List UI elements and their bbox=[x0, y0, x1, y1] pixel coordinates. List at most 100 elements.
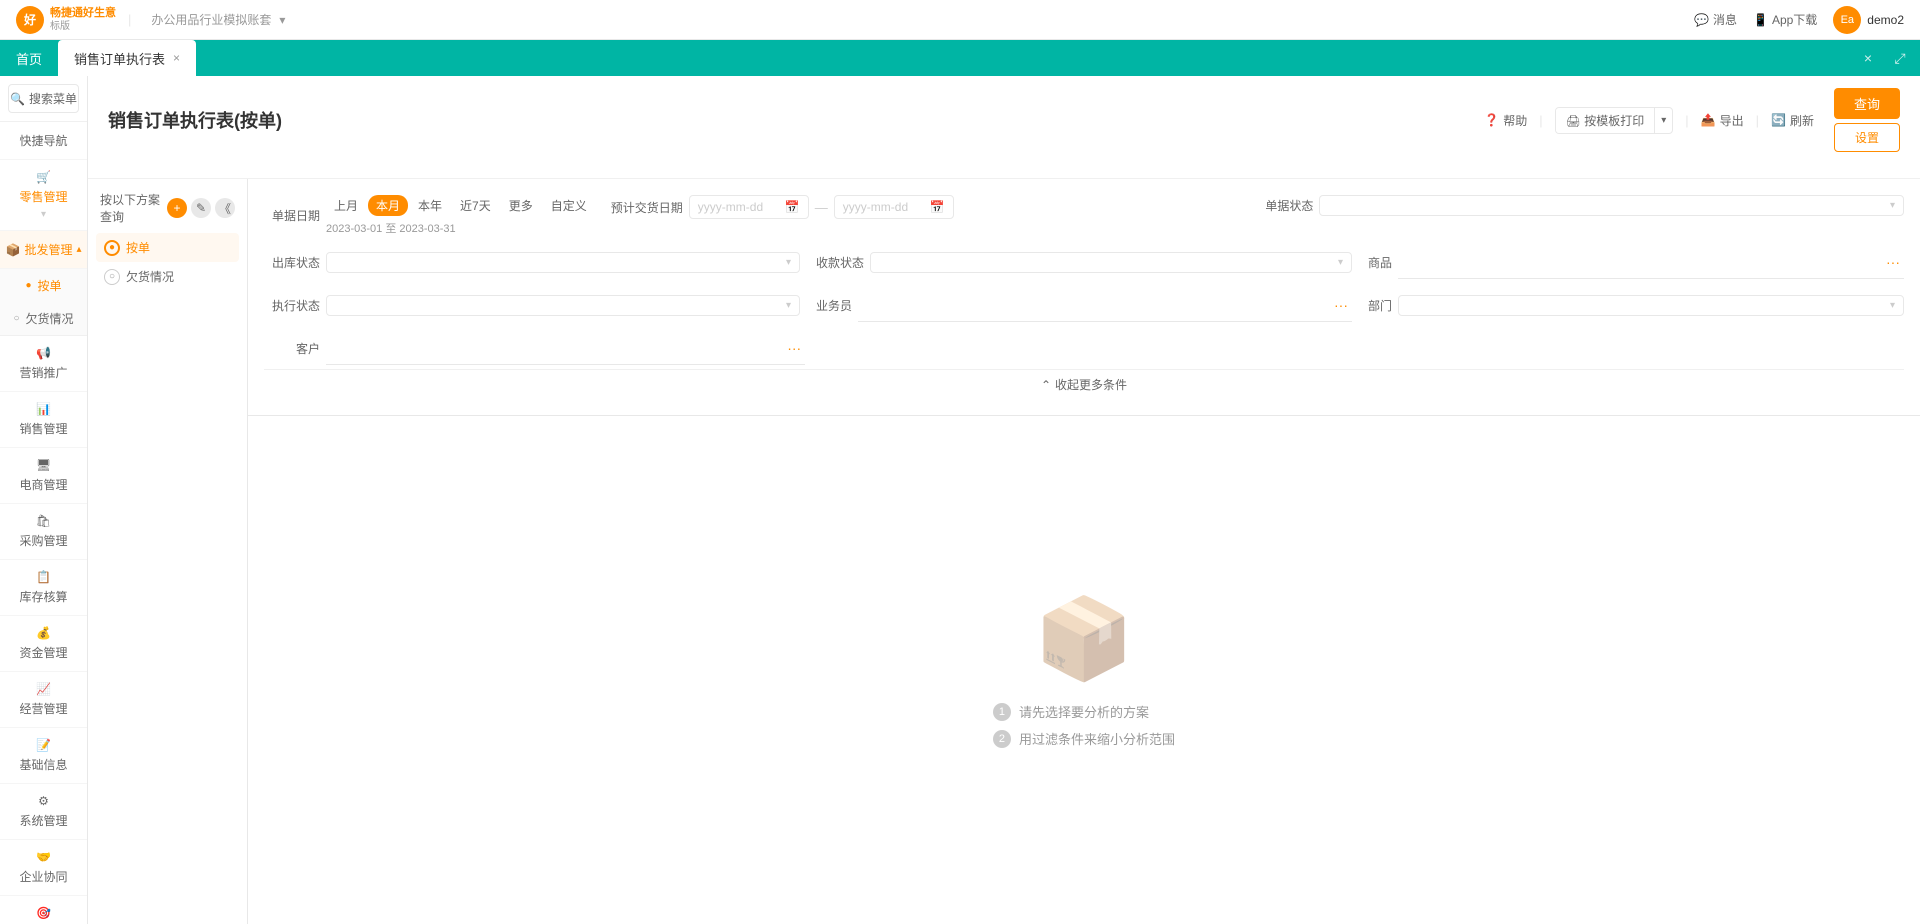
date-tab-more[interactable]: 更多 bbox=[501, 195, 541, 216]
scheme-item-by-order[interactable]: ● 按单 bbox=[96, 233, 239, 262]
shortage-icon: ○ bbox=[13, 313, 19, 324]
scheme-edit-btn[interactable]: ✎ bbox=[191, 198, 211, 218]
product-label: 商品 bbox=[1368, 254, 1392, 271]
app-download-btn[interactable]: 📱 App下载 bbox=[1753, 11, 1817, 28]
collapse-more-btn[interactable]: ⌃ 收起更多条件 bbox=[1041, 376, 1127, 393]
out-status-label: 出库状态 bbox=[264, 254, 320, 271]
sidebar-item-retail[interactable]: 🛒 零售管理 ▾ bbox=[0, 160, 87, 231]
sidebar-item-by-order[interactable]: ● 按单 bbox=[0, 269, 87, 302]
filter-area: 单据日期 上月 本月 本年 近7天 更多 自定义 20 bbox=[248, 179, 1920, 416]
exec-status-select[interactable]: ▾ bbox=[326, 295, 800, 316]
date-tab-this-year[interactable]: 本年 bbox=[410, 195, 450, 216]
settings-btn[interactable]: 设置 bbox=[1834, 123, 1900, 152]
date-tab-7days[interactable]: 近7天 bbox=[452, 195, 499, 216]
logo-icon: 好 bbox=[16, 6, 44, 34]
scheme-header: 按以下方案查询 + ✎ 《 bbox=[96, 191, 239, 225]
scheme-add-btn[interactable]: + bbox=[167, 198, 187, 218]
sidebar-item-guide[interactable]: 🎯 新手引导 bbox=[0, 896, 87, 924]
product-input[interactable]: ··· bbox=[1398, 246, 1904, 279]
logo-area: 好 畅捷通好生意 标版 bbox=[16, 6, 116, 34]
sidebar-search-area: 🔍 搜索菜单 bbox=[0, 76, 87, 122]
salesperson-more-icon[interactable]: ··· bbox=[1330, 293, 1352, 317]
breadcrumb: 办公用品行业模拟账套 bbox=[151, 11, 271, 28]
tip-num-2: 2 bbox=[993, 730, 1011, 748]
collection-status-arrow-icon: ▾ bbox=[1338, 257, 1343, 268]
customer-more-icon[interactable]: ··· bbox=[783, 336, 805, 360]
print-dropdown-btn[interactable]: ▾ bbox=[1655, 111, 1672, 130]
sidebar-item-ecommerce[interactable]: 🖥 电商管理 bbox=[0, 448, 87, 504]
customer-input[interactable]: ··· bbox=[326, 332, 805, 365]
sidebar-item-purchase[interactable]: 🛍 采购管理 bbox=[0, 504, 87, 560]
refresh-btn[interactable]: 🔄 刷新 bbox=[1771, 112, 1814, 129]
message-btn[interactable]: 💬 消息 bbox=[1694, 11, 1737, 28]
sidebar-item-quick-nav[interactable]: 快捷导航 bbox=[0, 122, 87, 160]
date-tab-last-month[interactable]: 上月 bbox=[326, 195, 366, 216]
divider2: | bbox=[1685, 113, 1688, 128]
content-main: 按以下方案查询 + ✎ 《 ● 按单 ○ 欠货情况 bbox=[88, 179, 1920, 924]
collection-status-select[interactable]: ▾ bbox=[870, 252, 1352, 273]
sales-icon: 📊 bbox=[36, 402, 51, 416]
export-btn[interactable]: 📤 导出 bbox=[1701, 112, 1744, 129]
message-icon: 💬 bbox=[1694, 13, 1709, 27]
refresh-icon: 🔄 bbox=[1771, 113, 1786, 127]
collection-status-field: 收款状态 ▾ bbox=[816, 252, 1352, 273]
tab-close-btn[interactable]: × bbox=[173, 51, 180, 65]
product-field: 商品 ··· bbox=[1368, 246, 1904, 279]
scheme-item-shortage[interactable]: ○ 欠货情况 bbox=[96, 262, 239, 291]
filter-row-1: 单据日期 上月 本月 本年 近7天 更多 自定义 20 bbox=[264, 195, 1904, 236]
empty-state: 📦 1 请先选择要分析的方案 2 用过滤条件来缩小分析范围 bbox=[248, 416, 1920, 924]
dept-select[interactable]: ▾ bbox=[1398, 295, 1904, 316]
tab-home[interactable]: 首页 bbox=[0, 40, 58, 76]
expected-date-field: 预计交货日期 yyyy-mm-dd 📅 — yyyy-mm-dd 📅 bbox=[611, 195, 1250, 219]
tab-bar-right: × ⤢ bbox=[1856, 46, 1920, 70]
sidebar-item-inventory[interactable]: 📋 库存核算 bbox=[0, 560, 87, 616]
dept-field: 部门 ▾ bbox=[1368, 295, 1904, 316]
page-title-area: 销售订单执行表(按单) ❓ 帮助 | 🖨 按模板打印 ▾ | 📤 导 bbox=[88, 76, 1920, 179]
out-status-select[interactable]: ▾ bbox=[326, 252, 800, 273]
doc-status-select[interactable]: ▾ bbox=[1319, 195, 1904, 216]
operations-icon: 📈 bbox=[36, 682, 51, 696]
sidebar-item-operations[interactable]: 📈 经营管理 bbox=[0, 672, 87, 728]
enterprise-icon: 🤝 bbox=[36, 850, 51, 864]
print-btn[interactable]: 🖨 按模板打印 bbox=[1556, 108, 1656, 133]
date-range-display: 2023-03-01 至 2023-03-31 bbox=[326, 220, 595, 236]
search-btn[interactable]: 查询 bbox=[1834, 88, 1900, 119]
help-btn[interactable]: ❓ 帮助 bbox=[1484, 112, 1527, 129]
sidebar-item-basic-info[interactable]: 📝 基础信息 bbox=[0, 728, 87, 784]
product-more-icon[interactable]: ··· bbox=[1882, 250, 1904, 274]
expected-date-from-input[interactable]: yyyy-mm-dd 📅 bbox=[689, 195, 809, 219]
wholesale-arrow-icon: ▴ bbox=[76, 244, 81, 255]
retail-arrow-icon: ▾ bbox=[41, 209, 46, 220]
sidebar-item-finance[interactable]: 💰 资金管理 bbox=[0, 616, 87, 672]
tip-num-1: 1 bbox=[993, 703, 1011, 721]
tab-minimize-btn[interactable]: × bbox=[1856, 46, 1880, 70]
dept-arrow-icon: ▾ bbox=[1890, 300, 1895, 311]
tab-maximize-btn[interactable]: ⤢ bbox=[1888, 46, 1912, 70]
date-tab-this-month[interactable]: 本月 bbox=[368, 195, 408, 216]
retail-icon: 🛒 bbox=[36, 170, 51, 184]
sidebar-item-system[interactable]: ⚙ 系统管理 bbox=[0, 784, 87, 840]
expected-date-to-input[interactable]: yyyy-mm-dd 📅 bbox=[834, 195, 954, 219]
filter-row-3: 执行状态 ▾ 业务员 ··· bbox=[264, 289, 1904, 322]
top-header: 好 畅捷通好生意 标版 | 办公用品行业模拟账套 ▾ 💬 消息 📱 App下载 … bbox=[0, 0, 1920, 40]
sidebar-item-shortage[interactable]: ○ 欠货情况 bbox=[0, 302, 87, 335]
tab-active[interactable]: 销售订单执行表 × bbox=[58, 40, 196, 76]
breadcrumb-divider: | bbox=[128, 12, 131, 27]
header-right: 💬 消息 📱 App下载 Ea demo2 bbox=[1694, 6, 1904, 34]
sidebar-item-sales[interactable]: 📊 销售管理 bbox=[0, 392, 87, 448]
scheme-collapse-btn[interactable]: 《 bbox=[215, 198, 235, 218]
salesperson-label: 业务员 bbox=[816, 297, 852, 314]
expected-date-label: 预计交货日期 bbox=[611, 199, 683, 216]
search-menu-btn[interactable]: 🔍 搜索菜单 bbox=[8, 84, 79, 113]
sidebar-item-wholesale[interactable]: 📦 批发管理 ▴ bbox=[0, 231, 87, 269]
purchase-icon: 🛍 bbox=[36, 514, 51, 528]
sidebar-item-enterprise[interactable]: 🤝 企业协同 bbox=[0, 840, 87, 896]
calendar2-icon: 📅 bbox=[930, 200, 945, 214]
salesperson-input[interactable]: ··· bbox=[858, 289, 1352, 322]
user-profile[interactable]: Ea demo2 bbox=[1833, 6, 1904, 34]
customer-field: 客户 ··· bbox=[264, 332, 805, 365]
customer-label: 客户 bbox=[264, 340, 320, 357]
breadcrumb-arrow-icon[interactable]: ▾ bbox=[279, 13, 285, 27]
sidebar-item-marketing[interactable]: 📢 营销推广 bbox=[0, 336, 87, 392]
date-tab-custom[interactable]: 自定义 bbox=[543, 195, 595, 216]
